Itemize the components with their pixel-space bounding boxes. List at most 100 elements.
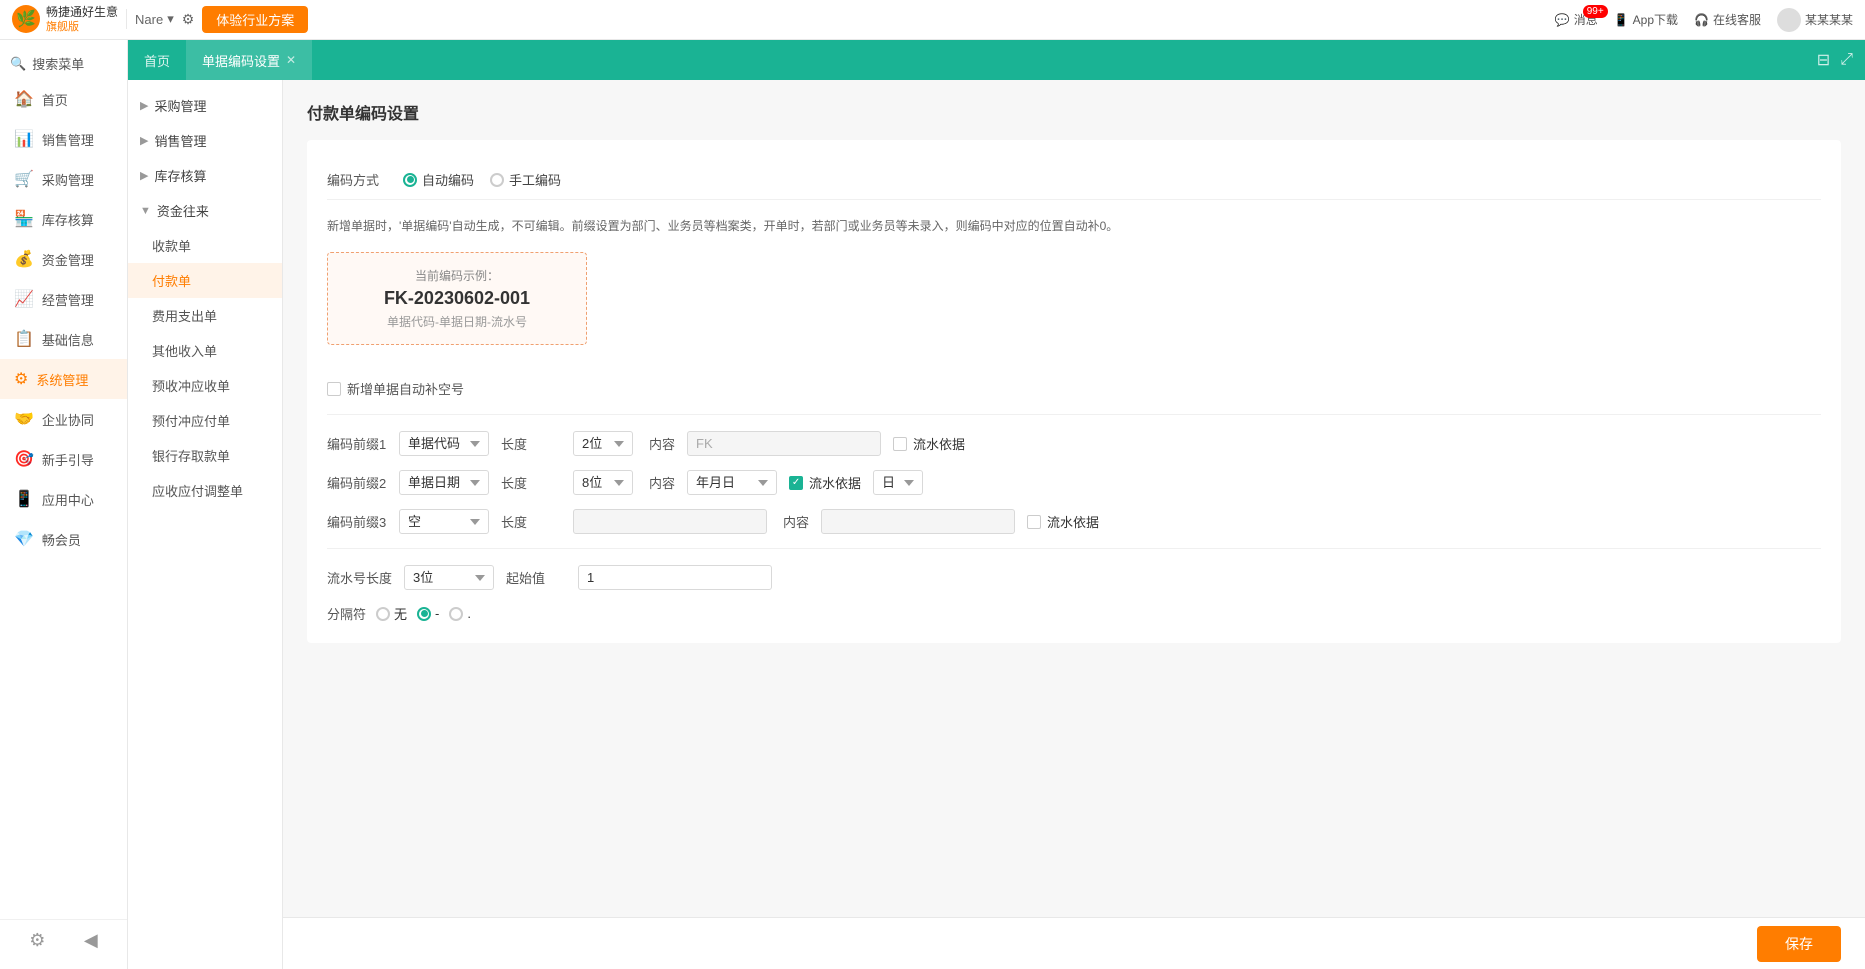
tab-expand-icon[interactable]: ⤢: [1840, 51, 1853, 69]
content-area: 首页 单据编码设置 ✕ ⊟ ⤢ ▶ 采购管理: [128, 40, 1865, 969]
sidebar-item-basic[interactable]: 📋 基础信息: [0, 319, 127, 359]
sidebar-item-apps[interactable]: 📱 应用中心: [0, 479, 127, 519]
prefix3-row: 编码前缀3 空 长度 内容 流水依据: [327, 509, 1821, 534]
sep-dot-radio[interactable]: .: [449, 606, 471, 621]
sub-menu-header-purchase[interactable]: ▶ 采购管理: [128, 88, 282, 123]
serial-length-select[interactable]: 3位: [404, 565, 494, 590]
sidebar-item-home[interactable]: 🏠 首页: [0, 79, 127, 119]
encoding-label: 编码方式: [327, 170, 379, 189]
operation-icon: 📈: [14, 289, 34, 309]
settings-card: 编码方式 自动编码 手工编码 新增单据时，'单据编码'自动生成，不可编: [307, 140, 1841, 643]
top-bar-left: 🌿 畅捷通好生意 旗舰版 Nare ▾ ⚙ 体验行业方案: [12, 5, 1547, 35]
sub-menu-item-prepay-recv[interactable]: 预收冲应收单: [128, 368, 282, 403]
sub-menu-item-other-income[interactable]: 其他收入单: [128, 333, 282, 368]
partner-icon: 🤝: [14, 409, 34, 429]
encoding-method-row: 编码方式 自动编码 手工编码: [327, 160, 1821, 200]
serial-length-row: 流水号长度 3位 起始值: [327, 565, 1821, 590]
manual-code-radio[interactable]: 手工编码: [490, 170, 561, 189]
sub-menu-group-finance: ▼ 资金往来 收款单 付款单 费用支出单 其他收入单: [128, 193, 282, 508]
sep-dash-radio[interactable]: -: [417, 606, 439, 621]
main-layout: 🔍 搜索菜单 🏠 首页 📊 销售管理 🛒 采购管理 🏪 库存核算 💰 资金管理 …: [0, 40, 1865, 969]
sidebar-item-inventory[interactable]: 🏪 库存核算: [0, 199, 127, 239]
tab-encoding[interactable]: 单据编码设置 ✕: [186, 40, 312, 80]
home-icon: 🏠: [14, 89, 34, 109]
inner-layout: ▶ 采购管理 ▶ 销售管理 ▶ 库存核算: [128, 80, 1865, 969]
prefix2-label: 编码前缀2: [327, 473, 387, 492]
sidebar-item-operation[interactable]: 📈 经营管理: [0, 279, 127, 319]
experience-btn[interactable]: 体验行业方案: [202, 6, 308, 33]
sidebar-item-partner[interactable]: 🤝 企业协同: [0, 399, 127, 439]
serial-follow1-checkbox[interactable]: [893, 437, 907, 451]
serial-follow3-row: 流水依据: [1027, 512, 1099, 531]
prefix1-select[interactable]: 单据代码: [399, 431, 489, 456]
sidebar-item-guide[interactable]: 🎯 新手引导: [0, 439, 127, 479]
prefix3-select[interactable]: 空: [399, 509, 489, 534]
online-service-btn[interactable]: 🎧 在线客服: [1694, 11, 1761, 28]
day-select[interactable]: 日 月 年: [873, 470, 923, 495]
prefix2-select[interactable]: 单据日期: [399, 470, 489, 495]
length2-label: 长度: [501, 473, 561, 492]
form-wrapper: 付款单编码设置 编码方式 自动编码 手工编码: [283, 80, 1865, 969]
bottom-bar: 保存: [283, 917, 1865, 969]
sub-menu-header-finance[interactable]: ▼ 资金往来: [128, 193, 282, 228]
serial-follow3-checkbox[interactable]: [1027, 515, 1041, 529]
company-selector[interactable]: Nare ▾: [135, 11, 174, 27]
sidebar-search[interactable]: 🔍 搜索菜单: [0, 48, 127, 79]
app-download-btn[interactable]: 📱 App下载: [1614, 11, 1678, 28]
start-value-input[interactable]: [578, 565, 772, 590]
sidebar-item-system[interactable]: ⚙ 系统管理: [0, 359, 127, 399]
preview-desc: 单据代码-单据日期-流水号: [348, 313, 566, 330]
content3-label: 内容: [783, 512, 809, 531]
message-btn[interactable]: 💬 消息 99+: [1555, 11, 1598, 28]
sub-sidebar: ▶ 采购管理 ▶ 销售管理 ▶ 库存核算: [128, 80, 283, 969]
chevron-down-icon: ▾: [167, 11, 174, 27]
tab-home[interactable]: 首页: [128, 40, 186, 80]
message-badge: 99+: [1583, 5, 1608, 18]
sub-menu-item-adjust[interactable]: 应收应付调整单: [128, 473, 282, 508]
sub-menu-item-receipt[interactable]: 收款单: [128, 228, 282, 263]
content2-select[interactable]: 年月日: [687, 470, 777, 495]
tab-minimize-icon[interactable]: ⊟: [1817, 50, 1830, 70]
save-button[interactable]: 保存: [1757, 926, 1841, 962]
preview-code: FK-20230602-001: [348, 288, 566, 309]
avatar: [1777, 8, 1801, 32]
length2-select[interactable]: 8位: [573, 470, 633, 495]
form-area: 付款单编码设置 编码方式 自动编码 手工编码: [283, 80, 1865, 917]
sidebar-item-purchase[interactable]: 🛒 采购管理: [0, 159, 127, 199]
finance-icon: 💰: [14, 249, 34, 269]
brand-icon: 🌿: [12, 5, 40, 33]
tab-close-icon[interactable]: ✕: [286, 53, 296, 67]
content1-input[interactable]: [687, 431, 881, 456]
chevron-right-icon: ▶: [140, 169, 148, 182]
user-avatar[interactable]: 某某某某: [1777, 8, 1853, 32]
sub-menu-item-expense[interactable]: 费用支出单: [128, 298, 282, 333]
chevron-down-icon: ▼: [140, 205, 151, 217]
sidebar-settings-icon[interactable]: ⚙: [29, 930, 45, 951]
auto-code-radio[interactable]: 自动编码: [403, 170, 474, 189]
sep-none-radio[interactable]: 无: [376, 604, 407, 623]
sep-label: 分隔符: [327, 604, 366, 623]
serial-follow2-checkbox[interactable]: ✓: [789, 476, 803, 490]
preview-box: 当前编码示例： FK-20230602-001 单据代码-单据日期-流水号: [327, 252, 587, 345]
auto-fill-row: 新增单据自动补空号: [327, 379, 1821, 398]
sub-menu-group-sales: ▶ 销售管理: [128, 123, 282, 158]
sub-menu-header-inventory[interactable]: ▶ 库存核算: [128, 158, 282, 193]
content2-label: 内容: [649, 473, 675, 492]
length1-select[interactable]: 2位: [573, 431, 633, 456]
sidebar-collapse-icon[interactable]: ◀: [84, 930, 98, 951]
auto-fill-checkbox[interactable]: [327, 382, 341, 396]
settings-icon[interactable]: ⚙: [182, 11, 195, 28]
sub-menu-item-bank[interactable]: 银行存取款单: [128, 438, 282, 473]
sidebar-item-sales[interactable]: 📊 销售管理: [0, 119, 127, 159]
sub-menu-item-payment[interactable]: 付款单: [128, 263, 282, 298]
sub-menu-header-sales[interactable]: ▶ 销售管理: [128, 123, 282, 158]
sub-menu-item-prepay-pay[interactable]: 预付冲应付单: [128, 403, 282, 438]
sub-menu-group-inventory: ▶ 库存核算: [128, 158, 282, 193]
prefix1-label: 编码前缀1: [327, 434, 387, 453]
page-title: 付款单编码设置: [307, 100, 1841, 124]
member-icon: 💎: [14, 529, 34, 549]
sidebar-item-member[interactable]: 💎 畅会员: [0, 519, 127, 559]
prefix1-row: 编码前缀1 单据代码 长度 2位 内容: [327, 431, 1821, 456]
sales-icon: 📊: [14, 129, 34, 149]
sidebar-item-finance[interactable]: 💰 资金管理: [0, 239, 127, 279]
